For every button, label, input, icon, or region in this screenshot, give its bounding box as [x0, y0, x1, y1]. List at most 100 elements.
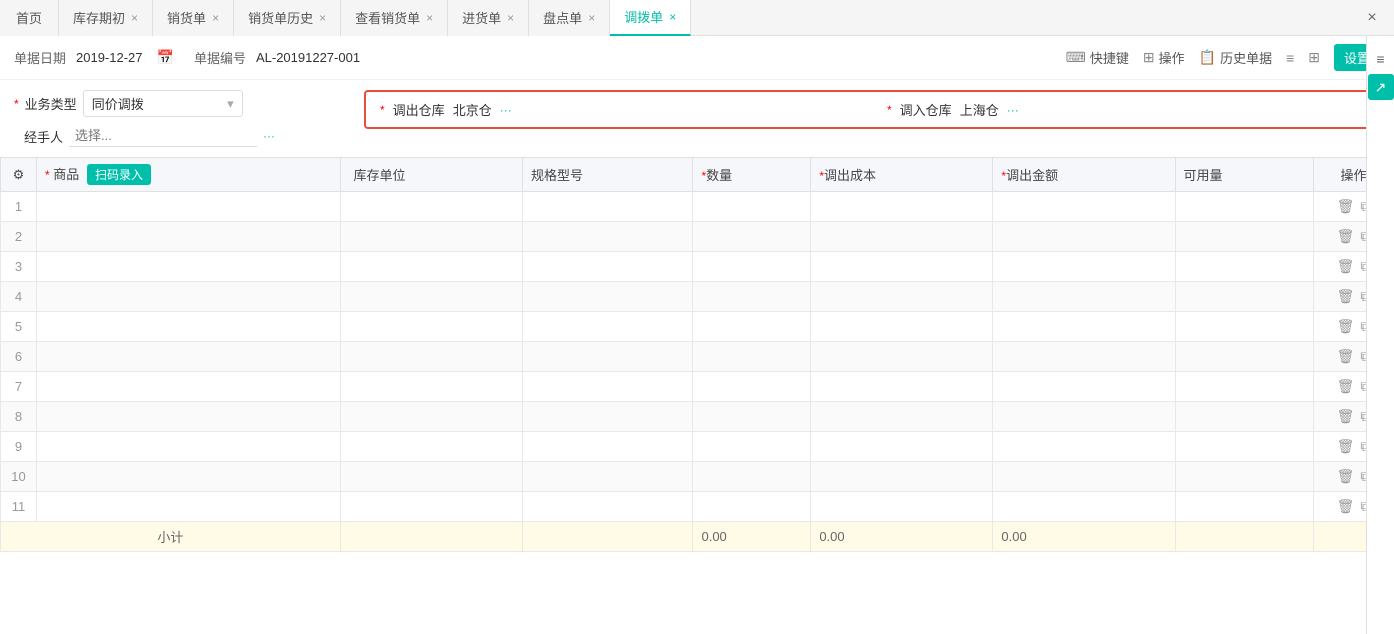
cell-cost-3[interactable]	[811, 252, 993, 282]
cell-goods-2[interactable]	[37, 222, 341, 252]
cell-goods-5[interactable]	[37, 312, 341, 342]
cell-unit-9[interactable]	[340, 432, 522, 462]
cell-amount-4[interactable]	[993, 282, 1175, 312]
cell-spec-5[interactable]	[522, 312, 693, 342]
delete-icon-11[interactable]: 🗑	[1337, 498, 1355, 515]
cell-spec-7[interactable]	[522, 372, 693, 402]
cell-amount-9[interactable]	[993, 432, 1175, 462]
cell-amount-3[interactable]	[993, 252, 1175, 282]
delete-icon-4[interactable]: 🗑	[1337, 288, 1355, 305]
cell-amount-1[interactable]	[993, 192, 1175, 222]
delete-icon-10[interactable]: 🗑	[1337, 468, 1355, 485]
cell-qty-2[interactable]	[693, 222, 811, 252]
cell-goods-10[interactable]	[37, 462, 341, 492]
tab-transfer[interactable]: 调拨单 ×	[610, 0, 691, 36]
tab-inventory-init[interactable]: 库存期初 ×	[59, 0, 153, 36]
tab-close-sales-history[interactable]: ×	[319, 11, 326, 25]
cell-spec-3[interactable]	[522, 252, 693, 282]
cell-amount-7[interactable]	[993, 372, 1175, 402]
cell-cost-9[interactable]	[811, 432, 993, 462]
cell-amount-5[interactable]	[993, 312, 1175, 342]
operations-action[interactable]: ⊞ 操作	[1143, 48, 1185, 67]
cell-unit-6[interactable]	[340, 342, 522, 372]
delete-icon-5[interactable]: 🗑	[1337, 318, 1355, 335]
tab-close-view-sales[interactable]: ×	[426, 11, 433, 25]
cell-cost-5[interactable]	[811, 312, 993, 342]
cell-unit-1[interactable]	[340, 192, 522, 222]
cell-unit-10[interactable]	[340, 462, 522, 492]
cell-spec-4[interactable]	[522, 282, 693, 312]
cell-qty-3[interactable]	[693, 252, 811, 282]
tab-view-sales[interactable]: 查看销货单 ×	[341, 0, 448, 36]
warehouse-out-more-icon[interactable]: ···	[500, 103, 512, 117]
cell-amount-6[interactable]	[993, 342, 1175, 372]
delete-icon-3[interactable]: 🗑	[1337, 258, 1355, 275]
tab-purchase-order[interactable]: 进货单 ×	[448, 0, 529, 36]
cell-amount-10[interactable]	[993, 462, 1175, 492]
tab-sales-order[interactable]: 销货单 ×	[153, 0, 234, 36]
delete-icon-8[interactable]: 🗑	[1337, 408, 1355, 425]
delete-icon-1[interactable]: 🗑	[1337, 198, 1355, 215]
delete-icon-7[interactable]: 🗑	[1337, 378, 1355, 395]
cell-amount-11[interactable]	[993, 492, 1175, 522]
calendar-icon[interactable]: 📅	[157, 49, 174, 66]
cell-spec-2[interactable]	[522, 222, 693, 252]
cell-cost-6[interactable]	[811, 342, 993, 372]
tab-close-stocktake[interactable]: ×	[588, 11, 595, 25]
tab-close-transfer[interactable]: ×	[669, 10, 676, 24]
sidebar-list-icon[interactable]: ≡	[1368, 46, 1394, 72]
cell-amount-8[interactable]	[993, 402, 1175, 432]
cell-spec-1[interactable]	[522, 192, 693, 222]
tab-close-inventory-init[interactable]: ×	[131, 11, 138, 25]
cell-goods-11[interactable]	[37, 492, 341, 522]
cell-cost-4[interactable]	[811, 282, 993, 312]
cell-spec-6[interactable]	[522, 342, 693, 372]
cell-qty-9[interactable]	[693, 432, 811, 462]
cell-goods-6[interactable]	[37, 342, 341, 372]
tab-sales-history[interactable]: 销货单历史 ×	[234, 0, 341, 36]
cell-qty-6[interactable]	[693, 342, 811, 372]
handler-more-icon[interactable]: ···	[263, 129, 275, 143]
cell-goods-1[interactable]	[37, 192, 341, 222]
cell-goods-3[interactable]	[37, 252, 341, 282]
tab-stocktake[interactable]: 盘点单 ×	[529, 0, 610, 36]
cell-spec-9[interactable]	[522, 432, 693, 462]
business-type-select[interactable]: 同价调拨 ▾	[83, 90, 243, 117]
delete-icon-2[interactable]: 🗑	[1337, 228, 1355, 245]
cell-spec-10[interactable]	[522, 462, 693, 492]
cell-unit-4[interactable]	[340, 282, 522, 312]
tab-close-purchase-order[interactable]: ×	[507, 11, 514, 25]
cell-cost-1[interactable]	[811, 192, 993, 222]
sidebar-export-icon[interactable]: ↗	[1368, 74, 1394, 100]
cell-qty-11[interactable]	[693, 492, 811, 522]
cell-goods-8[interactable]	[37, 402, 341, 432]
cell-qty-10[interactable]	[693, 462, 811, 492]
cell-goods-4[interactable]	[37, 282, 341, 312]
cell-cost-10[interactable]	[811, 462, 993, 492]
cell-cost-11[interactable]	[811, 492, 993, 522]
cell-unit-2[interactable]	[340, 222, 522, 252]
shortcut-action[interactable]: ⌨ 快捷键	[1066, 48, 1129, 67]
cell-qty-8[interactable]	[693, 402, 811, 432]
cell-cost-7[interactable]	[811, 372, 993, 402]
cell-amount-2[interactable]	[993, 222, 1175, 252]
tab-close-sales-order[interactable]: ×	[212, 11, 219, 25]
tab-home[interactable]: 首页	[0, 0, 59, 36]
cell-goods-9[interactable]	[37, 432, 341, 462]
warehouse-in-more-icon[interactable]: ···	[1007, 103, 1019, 117]
cell-unit-3[interactable]	[340, 252, 522, 282]
view-toggle-action[interactable]: ≡	[1286, 50, 1294, 66]
cell-cost-2[interactable]	[811, 222, 993, 252]
cell-unit-7[interactable]	[340, 372, 522, 402]
cell-spec-8[interactable]	[522, 402, 693, 432]
delete-icon-6[interactable]: 🗑	[1337, 348, 1355, 365]
cell-unit-5[interactable]	[340, 312, 522, 342]
delete-icon-9[interactable]: 🗑	[1337, 438, 1355, 455]
cell-cost-8[interactable]	[811, 402, 993, 432]
cell-qty-1[interactable]	[693, 192, 811, 222]
window-close-button[interactable]: ×	[1360, 6, 1384, 30]
cell-unit-11[interactable]	[340, 492, 522, 522]
scan-button[interactable]: 扫码录入	[87, 164, 151, 185]
th-gear[interactable]: ⚙	[1, 158, 37, 192]
cell-unit-8[interactable]	[340, 402, 522, 432]
